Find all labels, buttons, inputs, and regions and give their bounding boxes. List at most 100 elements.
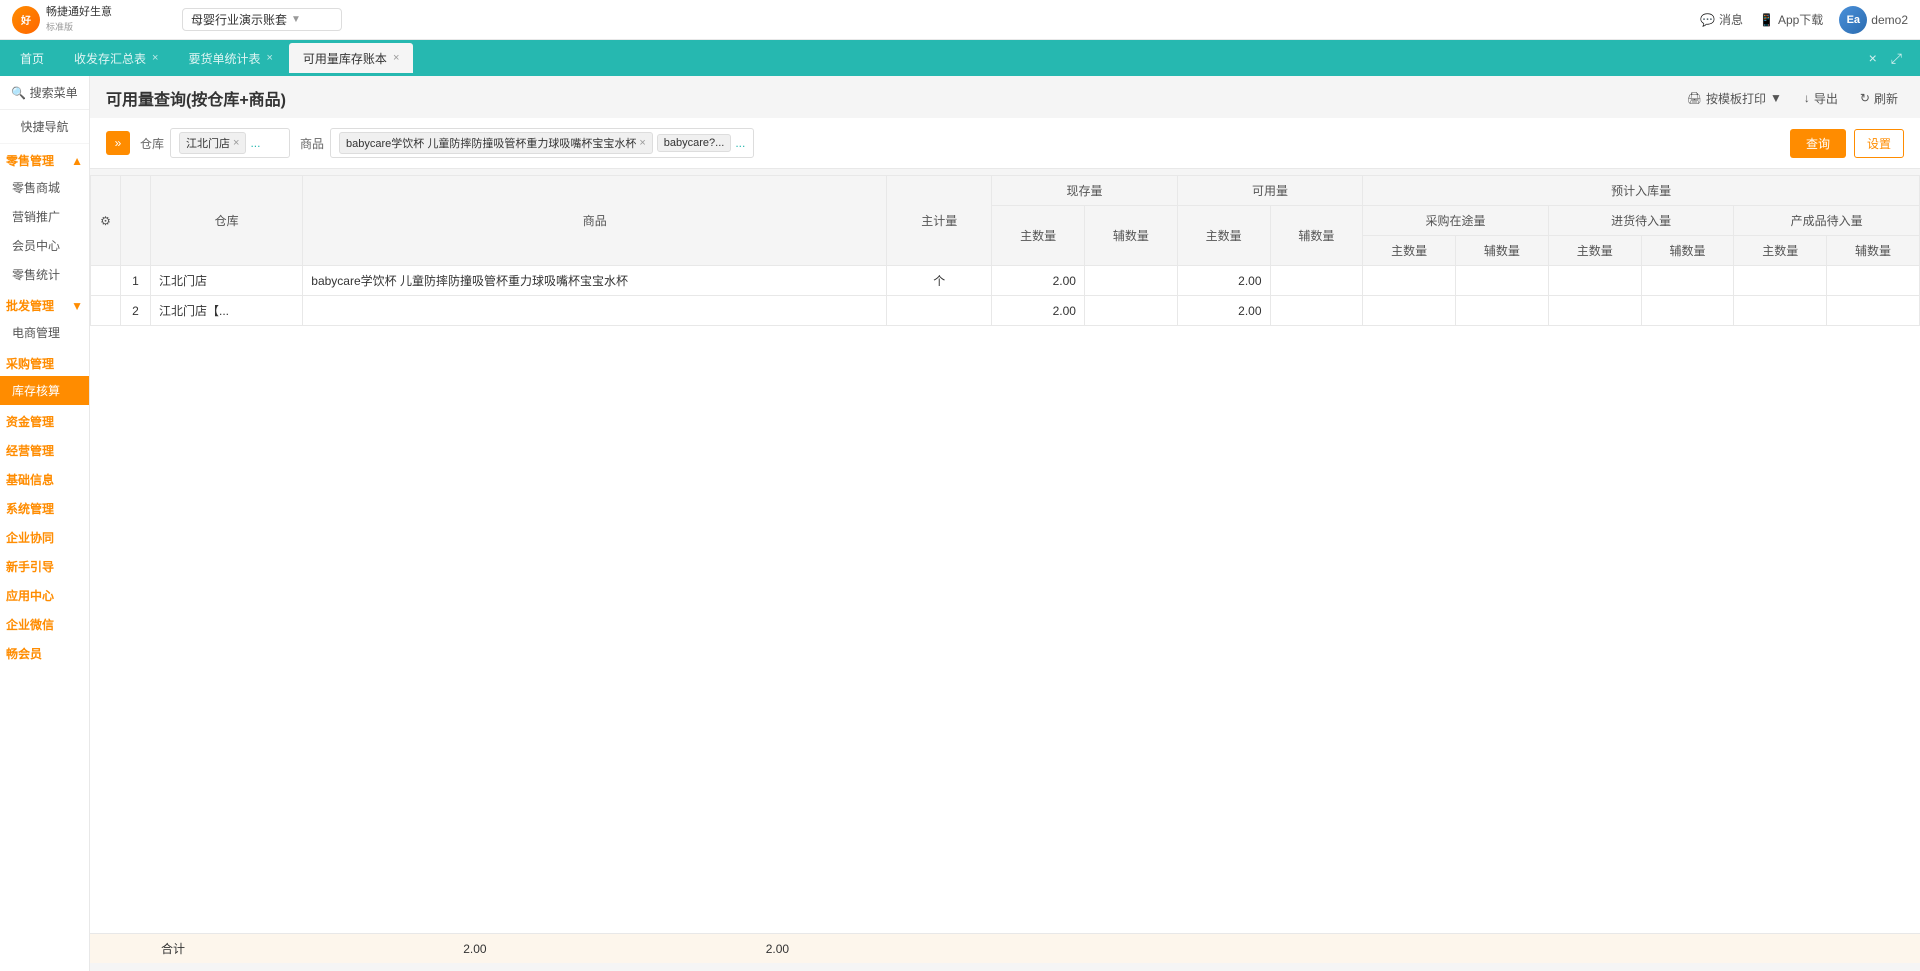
row-available-main: 2.00 [1177,296,1270,326]
sidebar-section-basic-label: 基础信息 [6,471,54,488]
sidebar-section-operation[interactable]: 经营管理 [0,434,89,463]
row-stock-sub [1084,266,1177,296]
warehouse-tag-close[interactable]: × [233,137,239,149]
chevron-down-icon: ▼ [291,14,301,25]
maximize-button[interactable]: ⤢ [1887,46,1906,71]
refresh-button[interactable]: ↻ 刷新 [1854,87,1904,110]
sidebar-item-retail-stats-label: 零售统计 [12,268,60,282]
th-index [121,176,151,266]
close-icon[interactable]: × [266,53,272,64]
tab-home-label: 首页 [20,50,44,67]
row-settings[interactable] [91,266,121,296]
row-production-main [1734,296,1827,326]
sidebar-section-wholesale-label: 批发管理 [6,297,54,314]
print-label: 按模板打印 [1706,90,1766,107]
tab-receive[interactable]: 收发存汇总表 × [60,43,172,73]
product-tag1-close[interactable]: × [639,137,645,149]
export-button[interactable]: ↓ 导出 [1798,87,1844,110]
message-label: 消息 [1719,11,1743,28]
sidebar-item-ecommerce[interactable]: 电商管理 [0,318,89,347]
expand-icon: » [115,136,122,150]
sidebar-section-finance-label: 资金管理 [6,413,54,430]
filter-right: 查询 设置 [1790,129,1904,158]
sidebar: 🔍 搜索菜单 快捷导航 零售管理 ▲ 零售商城 营销推广 会员中心 零售统计 批… [0,76,90,971]
row-unit [887,296,992,326]
sidebar-item-inventory[interactable]: 库存核算 [0,376,89,405]
row-purchase-sub [1456,266,1549,296]
sidebar-search-label: 搜索菜单 [30,86,78,100]
sidebar-section-enterprise-label: 企业协同 [6,529,54,546]
sidebar-section-retail[interactable]: 零售管理 ▲ [0,144,89,173]
logo-text-area: 畅捷通好生意 标准版 [46,6,112,32]
settings-button[interactable]: 设置 [1854,129,1904,158]
chevron-up-icon: ▲ [71,154,83,168]
th-forecast-group: 预计入库量 [1363,176,1920,206]
th-available-main: 主数量 [1177,206,1270,266]
horizontal-scrollbar[interactable] [90,963,1920,971]
sidebar-item-marketing[interactable]: 营销推广 [0,202,89,231]
row-stock-main: 2.00 [992,266,1085,296]
product-more-icon[interactable]: ... [735,136,745,150]
chevron-down-icon: ▼ [71,299,83,313]
sidebar-item-retail-stats[interactable]: 零售统计 [0,260,89,289]
row-production-sub [1827,296,1920,326]
footer-production-main [1609,942,1760,956]
sidebar-item-inventory-label: 库存核算 [12,384,60,398]
sidebar-section-enterprise[interactable]: 企业协同 [0,521,89,550]
warehouse-tag: 江北门店 × [179,132,246,154]
sidebar-section-finance[interactable]: 资金管理 [0,405,89,434]
product-filter: 商品 babycare学饮杯 儿童防摔防撞吸管杯重力球吸嘴杯宝宝水杯 × bab… [300,128,754,158]
warehouse-input[interactable]: 江北门店 × ... [170,128,290,158]
tab-inventory-label: 可用量库存账本 [303,50,387,67]
filter-toggle-button[interactable]: » [106,131,130,155]
close-all-tabs-button[interactable]: × [1865,46,1881,70]
print-button[interactable]: 🖨 按模板打印 ▼ [1681,87,1788,110]
row-available-main: 2.00 [1177,266,1270,296]
message-button[interactable]: 💬 消息 [1700,11,1743,28]
sidebar-section-basic[interactable]: 基础信息 [0,463,89,492]
logo-icon: 好 [12,6,40,34]
warehouse-tag-text: 江北门店 [186,135,230,151]
footer-stock-sub [551,942,702,956]
sidebar-item-quick-nav[interactable]: 快捷导航 [0,110,89,144]
sidebar-section-purchase[interactable]: 采购管理 [0,347,89,376]
warehouse-more-icon[interactable]: ... [250,136,260,150]
tab-home[interactable]: 首页 [6,43,58,73]
row-stock-sub [1084,296,1177,326]
sidebar-section-system[interactable]: 系统管理 [0,492,89,521]
sidebar-section-wholesale[interactable]: 批发管理 ▼ [0,289,89,318]
th-purchase-transit-group: 采购在途量 [1363,206,1549,236]
product-tag2: babycare?... [657,134,732,152]
sidebar-section-vip[interactable]: 畅会员 [0,637,89,666]
sidebar-search[interactable]: 🔍 搜索菜单 [0,76,89,110]
close-icon[interactable]: × [393,53,399,64]
product-tag1-text: babycare学饮杯 儿童防摔防撞吸管杯重力球吸嘴杯宝宝水杯 [346,135,636,151]
close-icon[interactable]: × [152,53,158,64]
row-stock-main: 2.00 [992,296,1085,326]
sidebar-section-operation-label: 经营管理 [6,442,54,459]
refresh-label: 刷新 [1874,90,1898,107]
sidebar-item-member[interactable]: 会员中心 [0,231,89,260]
row-settings[interactable] [91,296,121,326]
warehouse-filter: 仓库 江北门店 × ... [140,128,290,158]
print-icon: 🖨 [1687,91,1702,105]
tab-order[interactable]: 要货单统计表 × [174,43,286,73]
main-layout: 🔍 搜索菜单 快捷导航 零售管理 ▲ 零售商城 营销推广 会员中心 零售统计 批… [0,76,1920,971]
inventory-table: ⚙ 仓库 商品 主计量 现存量 可用量 预计入库量 主数量 辅数量 主数量 辅数… [90,175,1920,326]
page-header: 可用量查询(按仓库+商品) 🖨 按模板打印 ▼ ↓ 导出 ↻ 刷新 [90,76,1920,118]
th-stock-sub: 辅数量 [1084,206,1177,266]
sidebar-item-retail-mall[interactable]: 零售商城 [0,173,89,202]
row-purchase-main [1363,266,1456,296]
th-warehouse: 仓库 [151,176,303,266]
sidebar-item-retail-mall-label: 零售商城 [12,181,60,195]
sidebar-section-wechat[interactable]: 企业微信 [0,608,89,637]
user-menu[interactable]: Ea demo2 [1839,6,1908,34]
tab-inventory[interactable]: 可用量库存账本 × [289,43,413,73]
product-input[interactable]: babycare学饮杯 儿童防摔防撞吸管杯重力球吸嘴杯宝宝水杯 × babyca… [330,128,754,158]
query-button[interactable]: 查询 [1790,129,1846,158]
sidebar-section-newbie[interactable]: 新手引导 [0,550,89,579]
sidebar-section-apps[interactable]: 应用中心 [0,579,89,608]
store-selector[interactable]: 母婴行业演示账套 ▼ [182,8,342,31]
th-settings[interactable]: ⚙ [91,176,121,266]
app-download-button[interactable]: 📱 App下载 [1759,11,1823,28]
